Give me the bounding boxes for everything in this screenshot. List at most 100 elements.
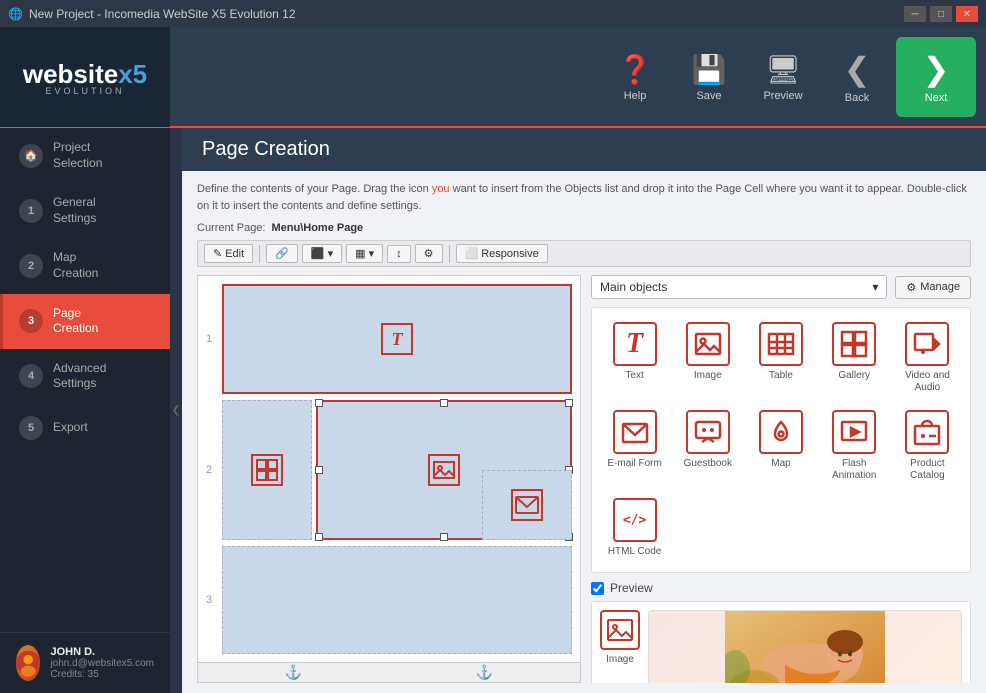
obj-table[interactable]: Table (746, 316, 815, 400)
manage-icon: ⚙ (906, 281, 916, 294)
obj-video[interactable]: Video and Audio (893, 316, 962, 400)
title-bar-text: New Project - Incomedia WebSite X5 Evolu… (29, 7, 296, 21)
responsive-label: Responsive (481, 248, 538, 260)
sidebar-item-page[interactable]: 3 PageCreation (0, 294, 170, 349)
row-num-1: 1 (206, 284, 222, 394)
back-label: Back (845, 92, 869, 104)
text-cell-icon: T (381, 323, 413, 355)
product-label: Product Catalog (897, 458, 958, 482)
link-button[interactable]: 🔗 (266, 244, 298, 263)
email-label: E-mail Form (607, 458, 661, 470)
cell-2-3[interactable] (482, 470, 572, 540)
preview-checkbox[interactable] (591, 582, 604, 595)
resize-handle-tr[interactable] (565, 399, 573, 407)
user-email: john.d@websitex5.com (50, 658, 154, 669)
cell-2-1[interactable] (222, 400, 312, 540)
preview-section: Preview Image (591, 581, 971, 683)
settings-button[interactable]: ⚙ (415, 244, 443, 263)
help-icon: ❓ (618, 53, 653, 86)
obj-product[interactable]: Product Catalog (893, 404, 962, 488)
row-content-3 (222, 546, 572, 654)
preview-checkbox-label[interactable]: Preview (591, 581, 971, 595)
flash-obj-icon (832, 410, 876, 454)
next-icon: ❯ (923, 50, 950, 88)
sidebar-item-advanced[interactable]: 4 AdvancedSettings (0, 349, 170, 404)
help-button[interactable]: ❓ Help (600, 37, 670, 117)
preview-image-item[interactable]: Image (600, 610, 640, 666)
content-header: Page Creation (182, 128, 986, 171)
edit-button[interactable]: ✎ Edit (204, 244, 253, 263)
objects-panel: Main objects ▾ ⚙ Manage T Text (591, 275, 971, 683)
sidebar-collapse[interactable]: ❮ (170, 128, 182, 693)
maximize-button[interactable]: □ (930, 6, 952, 22)
resize-handle-t[interactable] (440, 399, 448, 407)
resize-handle-bl[interactable] (315, 533, 323, 541)
preview-label: Preview (610, 581, 653, 595)
grid-button[interactable]: ▦ ▾ (346, 244, 383, 263)
page-title: Page Creation (202, 138, 966, 161)
resize-handle-tl[interactable] (315, 399, 323, 407)
obj-email[interactable]: E-mail Form (600, 404, 669, 488)
preview-image-display (648, 610, 962, 683)
obj-html[interactable]: </> HTML Code (600, 492, 669, 564)
obj-image[interactable]: Image (673, 316, 742, 400)
highlight-you: you (432, 183, 450, 195)
row-1: 1 T (206, 284, 572, 394)
layout-button[interactable]: ⬛ ▾ (302, 244, 342, 263)
obj-map[interactable]: Map (746, 404, 815, 488)
obj-guestbook[interactable]: Guestbook (673, 404, 742, 488)
obj-text[interactable]: T Text (600, 316, 669, 400)
obj-flash[interactable]: Flash Animation (820, 404, 889, 488)
help-label: Help (624, 90, 647, 102)
text-label: Text (625, 370, 643, 382)
sidebar-item-export[interactable]: 5 Export (0, 404, 170, 452)
move-button[interactable]: ↕ (387, 245, 411, 263)
flash-label: Flash Animation (824, 458, 885, 482)
obj-gallery[interactable]: Gallery (820, 316, 889, 400)
cell-1-1[interactable]: T (222, 284, 572, 394)
home-step-icon: 🏠 (19, 144, 43, 168)
row-3: 3 (206, 546, 572, 654)
save-button[interactable]: 💾 Save (674, 37, 744, 117)
step4-num: 4 (19, 364, 43, 388)
avatar (16, 645, 40, 681)
guestbook-label: Guestbook (684, 458, 732, 470)
back-icon: ❮ (844, 50, 871, 88)
row-content-2 (222, 400, 572, 540)
video-label: Video and Audio (897, 370, 958, 394)
close-button[interactable]: ✕ (956, 6, 978, 22)
resize-handle-b[interactable] (440, 533, 448, 541)
step2-num: 2 (19, 254, 43, 278)
resize-handle-l[interactable] (315, 466, 323, 474)
edit-icon: ✎ (213, 247, 222, 260)
save-icon: 💾 (692, 53, 727, 86)
map-label: Map (771, 458, 790, 470)
current-page-value: Menu\Home Page (271, 222, 363, 234)
sidebar-item-home[interactable]: 🏠 ProjectSelection (0, 128, 170, 183)
next-button[interactable]: ❯ Next (896, 37, 976, 117)
anchor-icon-1: ⚓ (285, 664, 302, 681)
dropdown-value: Main objects (600, 280, 667, 294)
preview-button[interactable]: 🖥 Preview (748, 37, 818, 117)
logo-area: websitex5 EVOLUTION (0, 27, 170, 127)
gallery-obj-icon (832, 322, 876, 366)
sidebar-item-general[interactable]: 1 GeneralSettings (0, 183, 170, 238)
image-label: Image (694, 370, 722, 382)
cell-3-1[interactable] (222, 546, 572, 654)
two-panel: 1 T 2 (197, 275, 971, 683)
minimize-button[interactable]: ─ (904, 6, 926, 22)
table-label: Table (769, 370, 793, 382)
editor-toolbar: ✎ Edit 🔗 ⬛ ▾ ▦ ▾ ↕ ⚙ ⬜ Responsive (197, 240, 971, 267)
back-button[interactable]: ❮ Back (822, 37, 892, 117)
main-layout: 🏠 ProjectSelection 1 GeneralSettings 2 M… (0, 128, 986, 693)
table-obj-icon (759, 322, 803, 366)
row-num-3: 3 (206, 546, 222, 654)
responsive-icon: ⬜ (465, 247, 479, 260)
page-canvas: 1 T 2 (197, 275, 581, 683)
objects-dropdown[interactable]: Main objects ▾ (591, 275, 887, 299)
responsive-button[interactable]: ⬜ Responsive (456, 244, 548, 263)
image-obj-icon (686, 322, 730, 366)
gallery-label: Gallery (838, 370, 870, 382)
manage-button[interactable]: ⚙ Manage (895, 276, 971, 299)
sidebar-item-map[interactable]: 2 MapCreation (0, 238, 170, 293)
